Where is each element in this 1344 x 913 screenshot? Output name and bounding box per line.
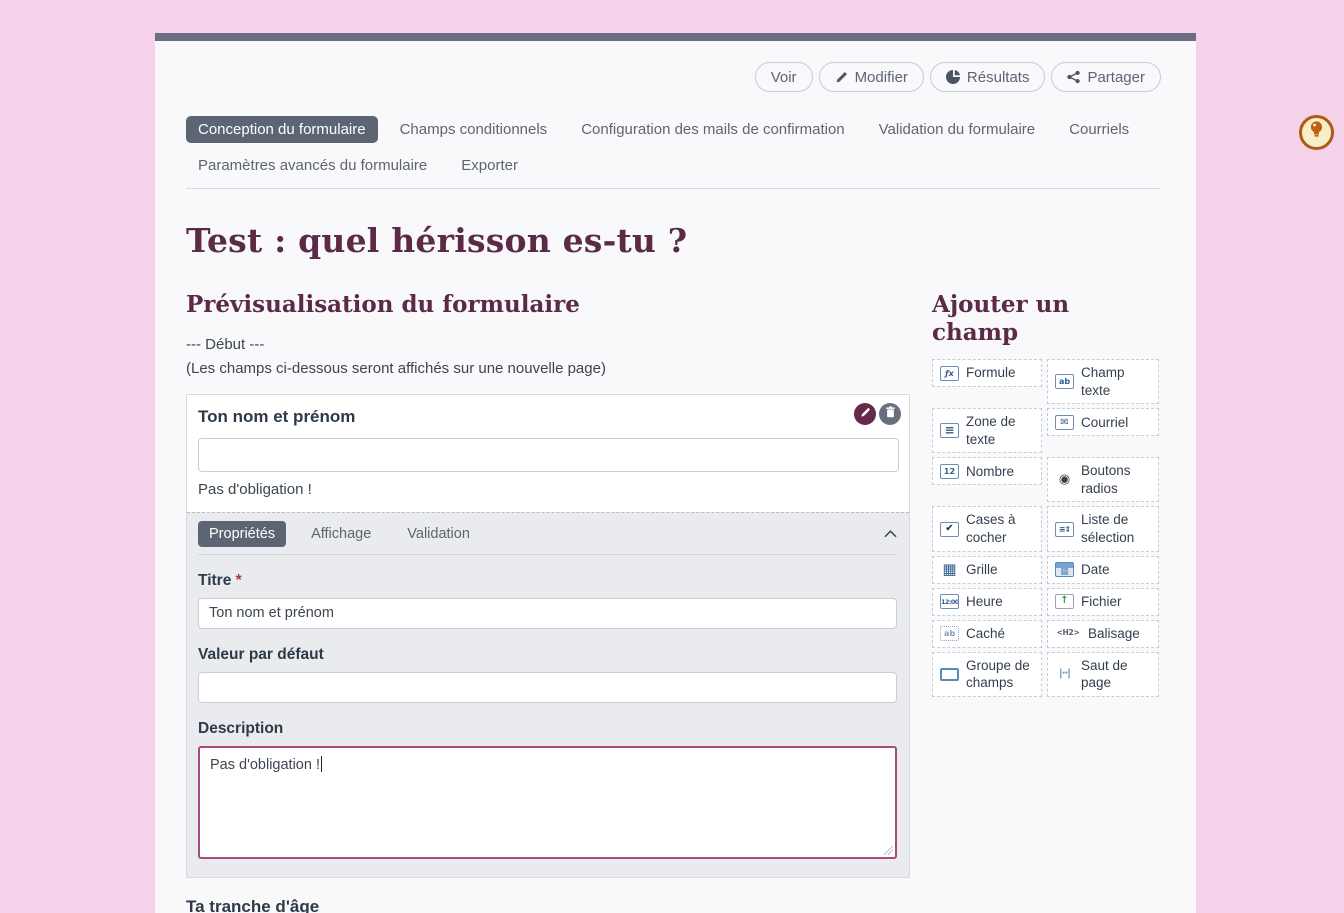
description-label: Description [198,720,897,738]
share-button[interactable]: Partager [1051,62,1161,92]
checkbox-icon [940,522,959,537]
tabs-separator [186,188,1161,189]
results-button[interactable]: Résultats [930,62,1046,92]
share-icon [1067,70,1080,84]
formula-icon [940,366,959,381]
view-button[interactable]: Voir [755,62,813,92]
edit-button[interactable]: Modifier [819,62,924,92]
tab-form-validation[interactable]: Validation du formulaire [867,116,1047,143]
add-grid-button[interactable]: Grille [932,556,1042,584]
chevron-up-icon [884,525,897,542]
textarea-icon [940,423,959,438]
pagebreak-icon [1055,667,1074,682]
add-markup-button[interactable]: Balisage [1047,620,1159,648]
properties-tabs-separator [198,554,897,555]
add-date-button[interactable]: Date [1047,556,1159,584]
add-hidden-button[interactable]: Caché [932,620,1042,648]
add-formula-button[interactable]: Formule [932,359,1042,387]
results-button-label: Résultats [967,69,1030,86]
form-start-marker: --- Début --- [186,336,910,353]
tab-properties[interactable]: Propriétés [198,521,286,547]
field-card: Ton nom et prénom Pas d'obligation ! [186,394,910,878]
number-icon [940,464,959,479]
title-field-label: Titre * [198,572,897,590]
add-number-button[interactable]: Nombre [932,457,1042,485]
next-field-label: Ta tranche d'âge [186,897,910,913]
email-icon [1055,415,1074,430]
tab-confirmation-emails[interactable]: Configuration des mails de confirmation [569,116,856,143]
field-help-text: Pas d'obligation ! [198,481,899,498]
trash-icon [885,405,896,423]
required-asterisk: * [236,572,242,589]
tab-advanced-settings[interactable]: Paramètres avancés du formulaire [186,152,439,179]
properties-tabs: Propriétés Affichage Validation [198,521,897,547]
field-palette: Formule Champ texte Zone de texte Courri… [932,359,1159,696]
view-button-label: Voir [771,69,797,86]
field-label: Ton nom et prénom [198,407,899,427]
text-cursor [321,756,322,772]
tab-form-design[interactable]: Conception du formulaire [186,116,378,143]
page-title: Test : quel hérisson es-tu ? [186,221,1161,260]
add-fieldset-button[interactable]: Groupe de champs [932,652,1042,697]
edit-button-label: Modifier [855,69,908,86]
textfield-icon [1055,374,1074,389]
header-actions: Voir Modifier Résultats Partager [186,62,1161,92]
tab-validation[interactable]: Validation [396,521,481,547]
form-builder-window: Voir Modifier Résultats Partager Concept… [155,33,1196,913]
add-select-button[interactable]: Liste de sélection [1047,506,1159,551]
tab-display[interactable]: Affichage [300,521,382,547]
tab-export[interactable]: Exporter [449,152,530,179]
add-file-button[interactable]: Fichier [1047,588,1159,616]
add-textarea-button[interactable]: Zone de texte [932,408,1042,453]
preview-heading: Prévisualisation du formulaire [186,291,910,319]
main-tabs: Conception du formulaire Champs conditio… [186,116,1161,179]
pie-chart-icon [946,70,960,84]
field-preview-input[interactable] [198,438,899,472]
radio-icon [1055,472,1074,487]
default-value-input[interactable] [198,672,897,703]
add-pagebreak-button[interactable]: Saut de page [1047,652,1159,697]
field-preview: Ton nom et prénom Pas d'obligation ! [187,395,909,512]
file-icon [1055,594,1074,609]
time-icon [940,594,959,609]
tab-conditional-fields[interactable]: Champs conditionnels [388,116,560,143]
add-time-button[interactable]: Heure [932,588,1042,616]
lightbulb-icon [1308,120,1325,145]
fieldset-icon [940,668,959,681]
share-button-label: Partager [1087,69,1145,86]
collapse-panel-button[interactable] [884,525,897,543]
tips-button[interactable] [1299,115,1334,150]
title-field-input[interactable] [198,598,897,629]
tab-emails[interactable]: Courriels [1057,116,1141,143]
date-icon [1055,562,1074,577]
grid-icon [940,562,959,577]
pencil-icon [860,405,871,423]
delete-field-button[interactable] [879,403,901,425]
field-properties-panel: Propriétés Affichage Validation Titre * … [187,512,909,877]
add-email-button[interactable]: Courriel [1047,408,1159,436]
new-page-note: (Les champs ci-dessous seront affichés s… [186,360,910,377]
edit-field-button[interactable] [854,403,876,425]
hidden-icon [940,626,959,641]
add-field-heading: Ajouter un champ [932,291,1159,346]
markup-icon [1055,626,1081,641]
add-radios-button[interactable]: Boutons radios [1047,457,1159,502]
add-checkboxes-button[interactable]: Cases à cocher [932,506,1042,551]
pencil-icon [835,71,848,84]
add-textfield-button[interactable]: Champ texte [1047,359,1159,404]
select-icon [1055,522,1074,537]
description-textarea[interactable]: Pas d'obligation ! [198,746,897,859]
default-value-label: Valeur par défaut [198,646,897,664]
